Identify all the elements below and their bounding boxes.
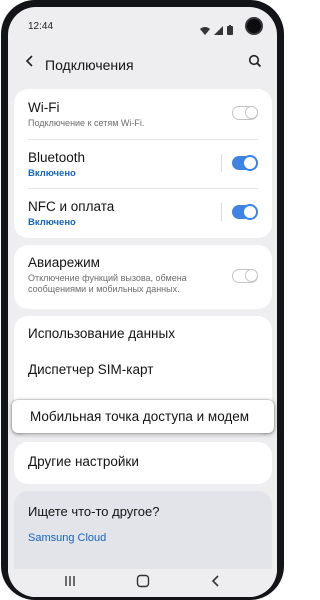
recents-icon <box>64 574 76 592</box>
toggle-knob <box>245 106 258 119</box>
toggle-knob <box>242 204 258 220</box>
airplane-subtitle: Отключение функций вызова, обмена сообще… <box>28 273 187 294</box>
phone-frame: 12:44 Подключения Wi-Fi Подключение к се… <box>1 0 284 600</box>
bluetooth-row[interactable]: Bluetooth Включено <box>14 139 272 188</box>
recents-button[interactable] <box>60 575 80 591</box>
toggle-knob <box>242 155 258 171</box>
battery-icon <box>227 22 233 40</box>
back-button[interactable] <box>18 51 42 75</box>
bluetooth-title: Bluetooth <box>28 150 86 165</box>
airplane-toggle[interactable] <box>232 269 258 283</box>
sim-manager-item[interactable]: Диспетчер SIM-карт <box>28 362 153 377</box>
app-bar: Подключения <box>8 45 277 83</box>
wifi-toggle[interactable] <box>232 106 258 120</box>
nfc-title: NFC и оплата <box>28 199 115 214</box>
bluetooth-toggle[interactable] <box>232 155 258 171</box>
wifi-subtitle: Подключение к сетям Wi-Fi. <box>28 118 145 128</box>
home-button[interactable] <box>133 574 153 593</box>
airplane-row[interactable]: Авиарежим Отключение функций вызова, обм… <box>14 245 272 309</box>
looking-for-title: Ищете что-то другое? <box>28 504 160 519</box>
samsung-cloud-link[interactable]: Samsung Cloud <box>28 532 106 544</box>
data-usage-item[interactable]: Использование данных <box>28 326 175 341</box>
wifi-row[interactable]: Wi-Fi Подключение к сетям Wi-Fi. <box>14 89 272 139</box>
status-bar: 12:44 <box>8 7 277 41</box>
back-nav-button[interactable] <box>206 575 226 591</box>
home-icon <box>136 574 150 593</box>
signal-icon <box>214 22 223 40</box>
airplane-title: Авиарежим <box>28 255 100 270</box>
connections-card: Wi-Fi Подключение к сетям Wi-Fi. Bluetoo… <box>14 89 272 238</box>
search-button[interactable] <box>243 51 267 75</box>
bluetooth-status: Включено <box>28 168 76 179</box>
status-icons <box>200 22 233 40</box>
nfc-row[interactable]: NFC и оплата Включено <box>14 188 272 238</box>
screen: 12:44 Подключения Wi-Fi Подключение к се… <box>8 7 277 597</box>
airplane-card: Авиарежим Отключение функций вызова, обм… <box>14 245 272 309</box>
back-nav-icon <box>210 574 222 592</box>
hotspot-item-highlight[interactable]: Мобильная точка доступа и модем <box>12 400 274 433</box>
status-time: 12:44 <box>28 21 54 32</box>
row-separator <box>221 154 222 172</box>
row-separator <box>221 203 222 221</box>
search-icon <box>248 54 262 73</box>
nfc-status: Включено <box>28 217 76 228</box>
nfc-toggle[interactable] <box>232 204 258 220</box>
hotspot-item: Мобильная точка доступа и модем <box>30 409 250 424</box>
other-settings-item[interactable]: Другие настройки <box>28 454 139 469</box>
navigation-bar <box>8 569 277 597</box>
other-card: Другие настройки <box>14 442 272 484</box>
wifi-status-icon <box>200 22 210 40</box>
page-title: Подключения <box>45 57 134 73</box>
wifi-title: Wi-Fi <box>28 100 60 115</box>
back-arrow-icon <box>24 54 36 72</box>
front-camera <box>245 17 263 35</box>
toggle-knob <box>245 269 258 282</box>
